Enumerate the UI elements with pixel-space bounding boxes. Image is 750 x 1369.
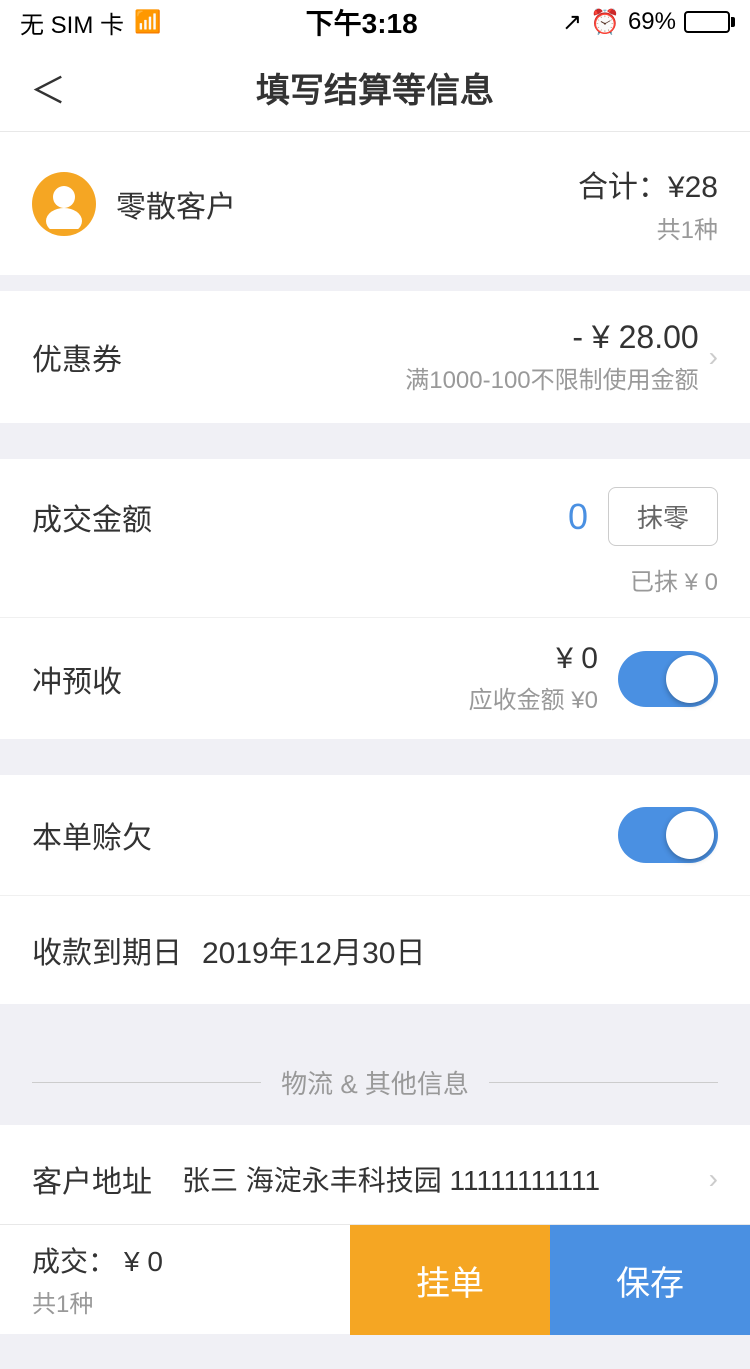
total-count: 共1种 bbox=[578, 210, 718, 245]
toggle-knob bbox=[666, 655, 714, 703]
prepayment-values: ¥ 0 应收金额 ¥0 bbox=[469, 642, 598, 715]
bottom-count: 共1种 bbox=[32, 1284, 318, 1319]
alarm-icon: ⏰ bbox=[590, 8, 620, 37]
pending-button[interactable]: 挂单 bbox=[350, 1225, 550, 1335]
debt-label: 本单赊欠 bbox=[32, 813, 152, 857]
customer-name: 零散客户 bbox=[116, 182, 236, 226]
coupon-row[interactable]: 优惠券 - ¥ 28.00 满1000-100不限制使用金额 › bbox=[0, 291, 750, 423]
coupon-value-wrap: - ¥ 28.00 满1000-100不限制使用金额 bbox=[405, 319, 698, 395]
prepayment-receivable: 应收金额 ¥0 bbox=[469, 680, 598, 715]
save-button[interactable]: 保存 bbox=[550, 1225, 750, 1335]
address-arrow-icon: › bbox=[709, 1163, 718, 1195]
coupon-arrow-icon: › bbox=[709, 341, 718, 373]
separator-2 bbox=[0, 755, 750, 775]
divider-line-right bbox=[489, 1082, 718, 1083]
content: 零散客户 合计：¥28 共1种 优惠券 - ¥ 28.00 满1000-100不… bbox=[0, 132, 750, 1369]
battery-icon bbox=[684, 11, 730, 33]
transaction-label: 成交金额 bbox=[32, 495, 152, 539]
prepayment-label: 冲预收 bbox=[32, 657, 122, 701]
bottom-transaction-value: ¥ 0 bbox=[124, 1246, 163, 1278]
already-rounded-text: 已抹 ¥ 0 bbox=[0, 562, 750, 617]
customer-row: 零散客户 合计：¥28 共1种 bbox=[0, 132, 750, 275]
address-row[interactable]: 客户地址 张三 海淀永丰科技园 11111111111 › bbox=[0, 1125, 750, 1233]
round-button[interactable]: 抹零 bbox=[608, 487, 718, 546]
coupon-desc: 满1000-100不限制使用金额 bbox=[405, 360, 698, 395]
transaction-section: 成交金额 0 抹零 已抹 ¥ 0 冲预收 ¥ 0 应收金额 ¥0 bbox=[0, 459, 750, 739]
coupon-section[interactable]: 优惠券 - ¥ 28.00 满1000-100不限制使用金额 › bbox=[0, 291, 750, 423]
logistics-divider: 物流 & 其他信息 bbox=[32, 1064, 718, 1101]
wifi-icon: 📶 bbox=[134, 9, 161, 35]
logistics-section-header: 物流 & 其他信息 bbox=[0, 1040, 750, 1125]
customer-section: 零散客户 合计：¥28 共1种 bbox=[0, 132, 750, 275]
coupon-amount: - ¥ 28.00 bbox=[572, 319, 698, 356]
amount-right: 0 抹零 bbox=[528, 487, 718, 546]
location-icon: ↗ bbox=[562, 8, 582, 37]
coupon-label: 优惠券 bbox=[32, 335, 122, 379]
due-date-label: 收款到期日 bbox=[32, 928, 182, 972]
prepayment-row: 冲预收 ¥ 0 应收金额 ¥0 bbox=[0, 617, 750, 739]
battery-percent: 69% bbox=[628, 8, 676, 36]
bottom-transaction-wrap: 成交： ¥ 0 bbox=[32, 1240, 318, 1280]
address-label: 客户地址 bbox=[32, 1157, 152, 1201]
separator-3 bbox=[0, 1020, 750, 1040]
prepayment-right: ¥ 0 应收金额 ¥0 bbox=[469, 642, 718, 715]
transaction-value: 0 bbox=[528, 496, 588, 538]
due-date-value: 2019年12月30日 bbox=[202, 928, 425, 972]
logistics-label: 物流 & 其他信息 bbox=[281, 1064, 469, 1101]
debt-toggle-knob bbox=[666, 811, 714, 859]
prepayment-amount: ¥ 0 bbox=[469, 642, 598, 676]
total-amount: 合计：¥28 bbox=[578, 162, 718, 206]
status-left: 无 SIM 卡 📶 bbox=[20, 5, 161, 40]
sim-status: 无 SIM 卡 bbox=[20, 5, 124, 40]
status-right: ↗ ⏰ 69% bbox=[562, 8, 730, 37]
debt-row: 本单赊欠 bbox=[0, 775, 750, 895]
separator-1 bbox=[0, 439, 750, 459]
bottom-bar: 成交： ¥ 0 共1种 挂单 保存 bbox=[0, 1224, 750, 1334]
due-date-row[interactable]: 收款到期日 2019年12月30日 bbox=[0, 895, 750, 1004]
status-bar: 无 SIM 卡 📶 下午3:18 ↗ ⏰ 69% bbox=[0, 0, 750, 44]
customer-avatar bbox=[32, 172, 96, 236]
customer-right: 合计：¥28 共1种 bbox=[578, 162, 718, 245]
address-value: 张三 海淀永丰科技园 11111111111 bbox=[182, 1159, 699, 1199]
divider-line-left bbox=[32, 1082, 261, 1083]
user-icon bbox=[39, 179, 89, 229]
customer-left: 零散客户 bbox=[32, 172, 236, 236]
address-section: 客户地址 张三 海淀永丰科技园 11111111111 › bbox=[0, 1125, 750, 1233]
debt-section: 本单赊欠 收款到期日 2019年12月30日 bbox=[0, 775, 750, 1004]
debt-toggle[interactable] bbox=[618, 807, 718, 863]
nav-bar: ＜ 填写结算等信息 bbox=[0, 44, 750, 132]
bottom-info: 成交： ¥ 0 共1种 bbox=[0, 1225, 350, 1334]
page-title: 填写结算等信息 bbox=[256, 63, 494, 112]
status-time: 下午3:18 bbox=[306, 2, 418, 42]
bottom-transaction-label: 成交： bbox=[32, 1240, 116, 1280]
prepayment-toggle[interactable] bbox=[618, 651, 718, 707]
back-button[interactable]: ＜ bbox=[30, 62, 66, 114]
transaction-amount-row: 成交金额 0 抹零 bbox=[0, 459, 750, 562]
